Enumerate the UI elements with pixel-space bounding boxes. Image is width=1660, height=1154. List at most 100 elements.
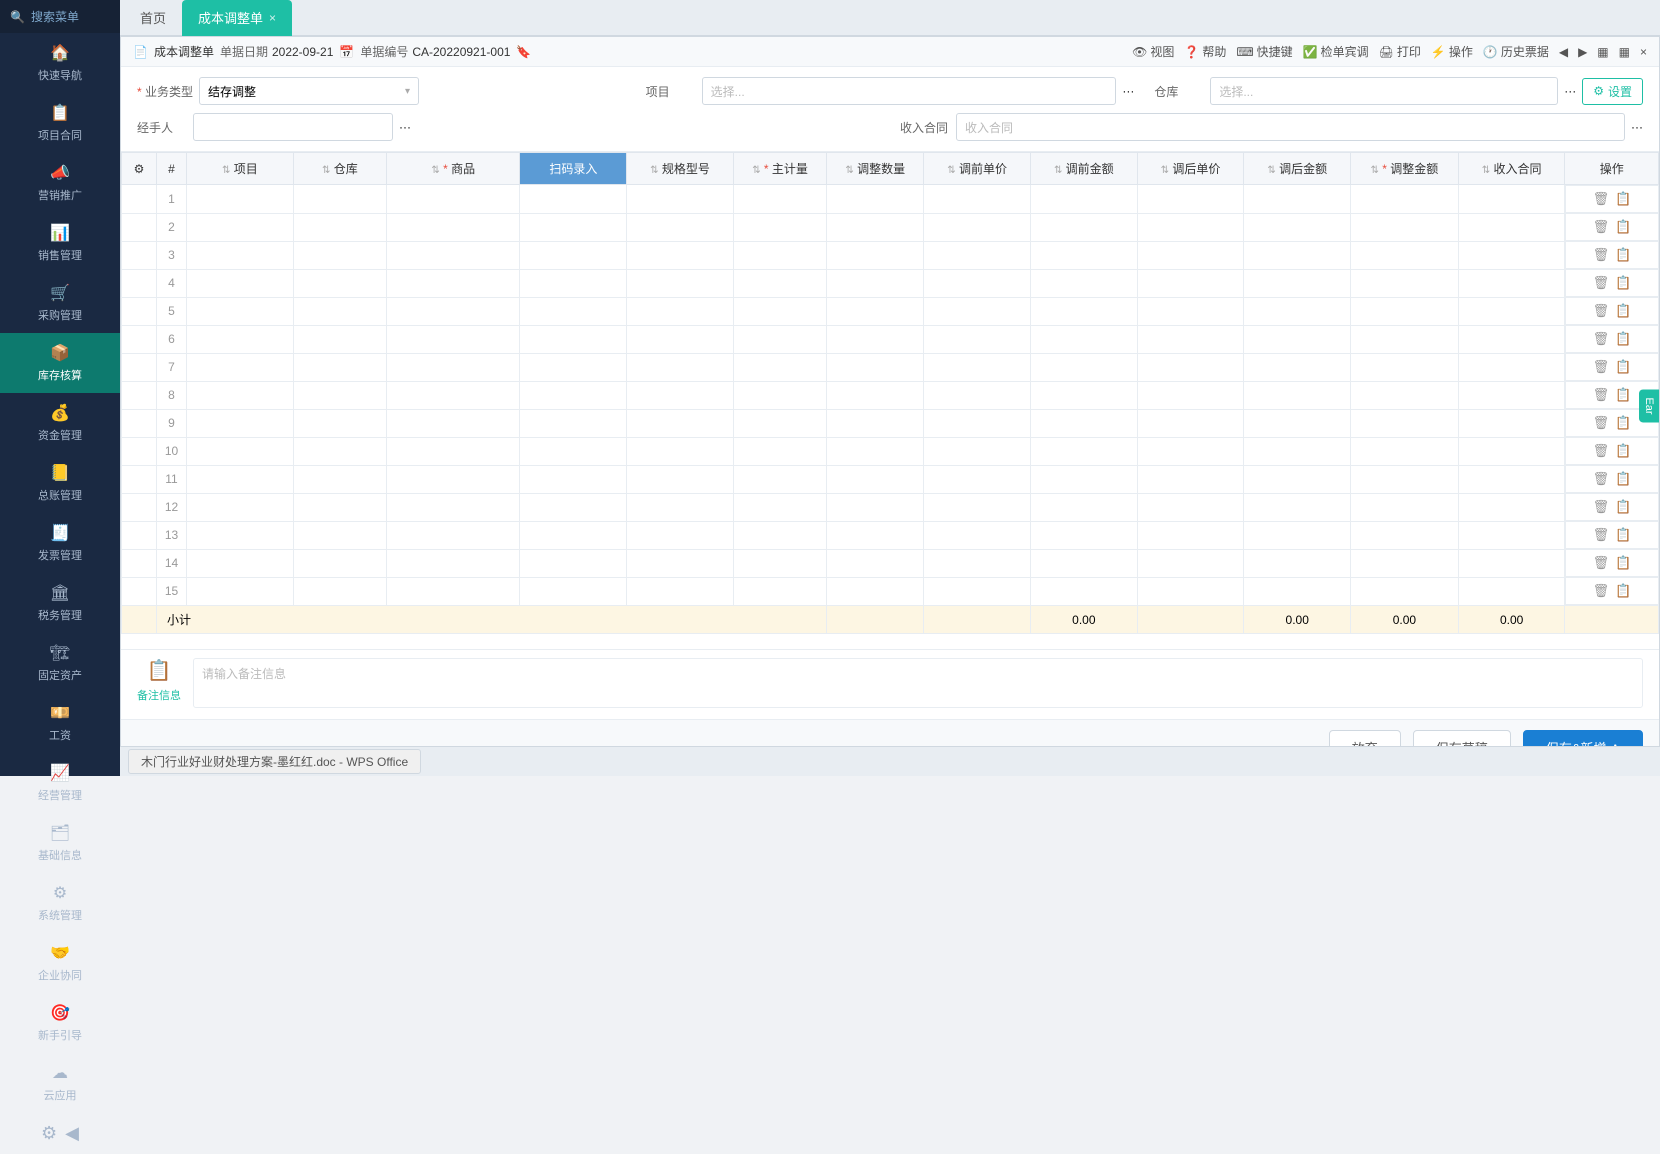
row-after-amount-cell[interactable] <box>1244 185 1351 214</box>
row-income-cell[interactable] <box>1458 437 1565 465</box>
row-copy-icon[interactable]: 📋 <box>1615 303 1631 319</box>
row-before-amount-cell[interactable] <box>1030 269 1137 297</box>
row-goods-cell[interactable] <box>387 213 520 241</box>
sidebar-item-quick-nav[interactable]: 🏠 快速导航 <box>0 33 120 93</box>
row-spec-cell[interactable] <box>627 241 734 269</box>
table-row[interactable]: 8 🗑 📋 <box>122 381 1659 409</box>
row-after-amount-cell[interactable] <box>1244 577 1351 606</box>
row-qty-cell[interactable] <box>827 549 924 577</box>
col-qty-header[interactable]: ⇅ 调整数量 <box>827 153 924 185</box>
row-scan-cell[interactable] <box>520 437 627 465</box>
row-after-amount-cell[interactable] <box>1244 325 1351 353</box>
row-warehouse-cell[interactable] <box>293 493 386 521</box>
row-qty-cell[interactable] <box>827 577 924 606</box>
tab-close-icon[interactable]: × <box>269 11 276 25</box>
row-delete-icon[interactable]: 🗑 <box>1593 247 1610 263</box>
sidebar-item-general-ledger[interactable]: 📒 总账管理 <box>0 453 120 513</box>
sidebar-item-funds-mgmt[interactable]: 💰 资金管理 <box>0 393 120 453</box>
row-after-price-cell[interactable] <box>1137 325 1244 353</box>
row-income-cell[interactable] <box>1458 577 1565 606</box>
row-before-amount-cell[interactable] <box>1030 521 1137 549</box>
row-before-price-cell[interactable] <box>924 353 1031 381</box>
row-goods-cell[interactable] <box>387 297 520 325</box>
handler-input[interactable] <box>193 113 393 141</box>
row-income-cell[interactable] <box>1458 297 1565 325</box>
row-before-amount-cell[interactable] <box>1030 437 1137 465</box>
sidebar-item-basic-info[interactable]: 🗂 基础信息 <box>0 813 120 873</box>
row-before-amount-cell[interactable] <box>1030 381 1137 409</box>
row-before-price-cell[interactable] <box>924 493 1031 521</box>
row-after-price-cell[interactable] <box>1137 353 1244 381</box>
row-income-cell[interactable] <box>1458 185 1565 214</box>
table-row[interactable]: 2 🗑 📋 <box>122 213 1659 241</box>
row-adjust-amount-cell[interactable] <box>1351 381 1459 409</box>
row-before-price-cell[interactable] <box>924 577 1031 606</box>
row-after-price-cell[interactable] <box>1137 437 1244 465</box>
row-unit-cell[interactable] <box>733 381 826 409</box>
row-warehouse-cell[interactable] <box>293 577 386 606</box>
row-goods-cell[interactable] <box>387 353 520 381</box>
row-before-price-cell[interactable] <box>924 437 1031 465</box>
row-copy-icon[interactable]: 📋 <box>1615 499 1631 515</box>
row-income-cell[interactable] <box>1458 325 1565 353</box>
row-project-cell[interactable] <box>187 493 294 521</box>
row-delete-icon[interactable]: 🗑 <box>1593 303 1610 319</box>
col-before-price-header[interactable]: ⇅ 调前单价 <box>924 153 1031 185</box>
row-delete-icon[interactable]: 🗑 <box>1593 499 1610 515</box>
row-warehouse-cell[interactable] <box>293 241 386 269</box>
sidebar-item-enterprise-coop[interactable]: 🤝 企业协同 <box>0 933 120 993</box>
row-copy-icon[interactable]: 📋 <box>1615 247 1631 263</box>
sidebar-item-salary[interactable]: 💴 工资 <box>0 693 120 753</box>
row-adjust-amount-cell[interactable] <box>1351 325 1459 353</box>
sidebar-item-ops-mgmt[interactable]: 📈 经营管理 <box>0 753 120 813</box>
row-before-price-cell[interactable] <box>924 465 1031 493</box>
row-after-amount-cell[interactable] <box>1244 353 1351 381</box>
row-goods-cell[interactable] <box>387 325 520 353</box>
row-goods-cell[interactable] <box>387 465 520 493</box>
row-before-price-cell[interactable] <box>924 269 1031 297</box>
close-doc-btn[interactable]: × <box>1640 45 1647 59</box>
row-unit-cell[interactable] <box>733 297 826 325</box>
row-goods-cell[interactable] <box>387 493 520 521</box>
row-goods-cell[interactable] <box>387 437 520 465</box>
sidebar-item-sales-promotion[interactable]: 📣 营销推广 <box>0 153 120 213</box>
row-project-cell[interactable] <box>187 213 294 241</box>
row-spec-cell[interactable] <box>627 409 734 437</box>
prev-btn[interactable]: ◀ <box>1559 45 1568 59</box>
sidebar-item-sales-mgmt[interactable]: 📊 销售管理 <box>0 213 120 273</box>
row-goods-cell[interactable] <box>387 577 520 606</box>
row-before-amount-cell[interactable] <box>1030 493 1137 521</box>
project-input[interactable]: 选择... <box>702 77 1117 105</box>
row-project-cell[interactable] <box>187 521 294 549</box>
table-row[interactable]: 11 🗑 📋 <box>122 465 1659 493</box>
row-after-price-cell[interactable] <box>1137 241 1244 269</box>
row-before-price-cell[interactable] <box>924 241 1031 269</box>
sidebar-search[interactable]: 🔍 搜索菜单 <box>0 0 120 33</box>
row-scan-cell[interactable] <box>520 577 627 606</box>
row-qty-cell[interactable] <box>827 213 924 241</box>
row-after-amount-cell[interactable] <box>1244 549 1351 577</box>
row-before-amount-cell[interactable] <box>1030 241 1137 269</box>
col-project-header[interactable]: ⇅ 项目 <box>187 153 294 185</box>
row-delete-icon[interactable]: 🗑 <box>1593 555 1610 571</box>
row-spec-cell[interactable] <box>627 493 734 521</box>
row-spec-cell[interactable] <box>627 353 734 381</box>
row-delete-icon[interactable]: 🗑 <box>1593 275 1610 291</box>
row-qty-cell[interactable] <box>827 353 924 381</box>
row-qty-cell[interactable] <box>827 437 924 465</box>
row-delete-icon[interactable]: 🗑 <box>1593 527 1610 543</box>
row-income-cell[interactable] <box>1458 241 1565 269</box>
row-adjust-amount-cell[interactable] <box>1351 269 1459 297</box>
sidebar-item-project-contract[interactable]: 📋 项目合同 <box>0 93 120 153</box>
col-spec-header[interactable]: ⇅ 规格型号 <box>627 153 734 185</box>
col-settings-header[interactable]: ⚙ <box>122 153 157 185</box>
row-after-price-cell[interactable] <box>1137 521 1244 549</box>
row-adjust-amount-cell[interactable] <box>1351 241 1459 269</box>
row-project-cell[interactable] <box>187 241 294 269</box>
row-adjust-amount-cell[interactable] <box>1351 409 1459 437</box>
col-before-amount-header[interactable]: ⇅ 调前金额 <box>1030 153 1137 185</box>
row-after-amount-cell[interactable] <box>1244 409 1351 437</box>
col-warehouse-header[interactable]: ⇅ 仓库 <box>293 153 386 185</box>
row-before-amount-cell[interactable] <box>1030 577 1137 606</box>
row-delete-icon[interactable]: 🗑 <box>1593 471 1610 487</box>
